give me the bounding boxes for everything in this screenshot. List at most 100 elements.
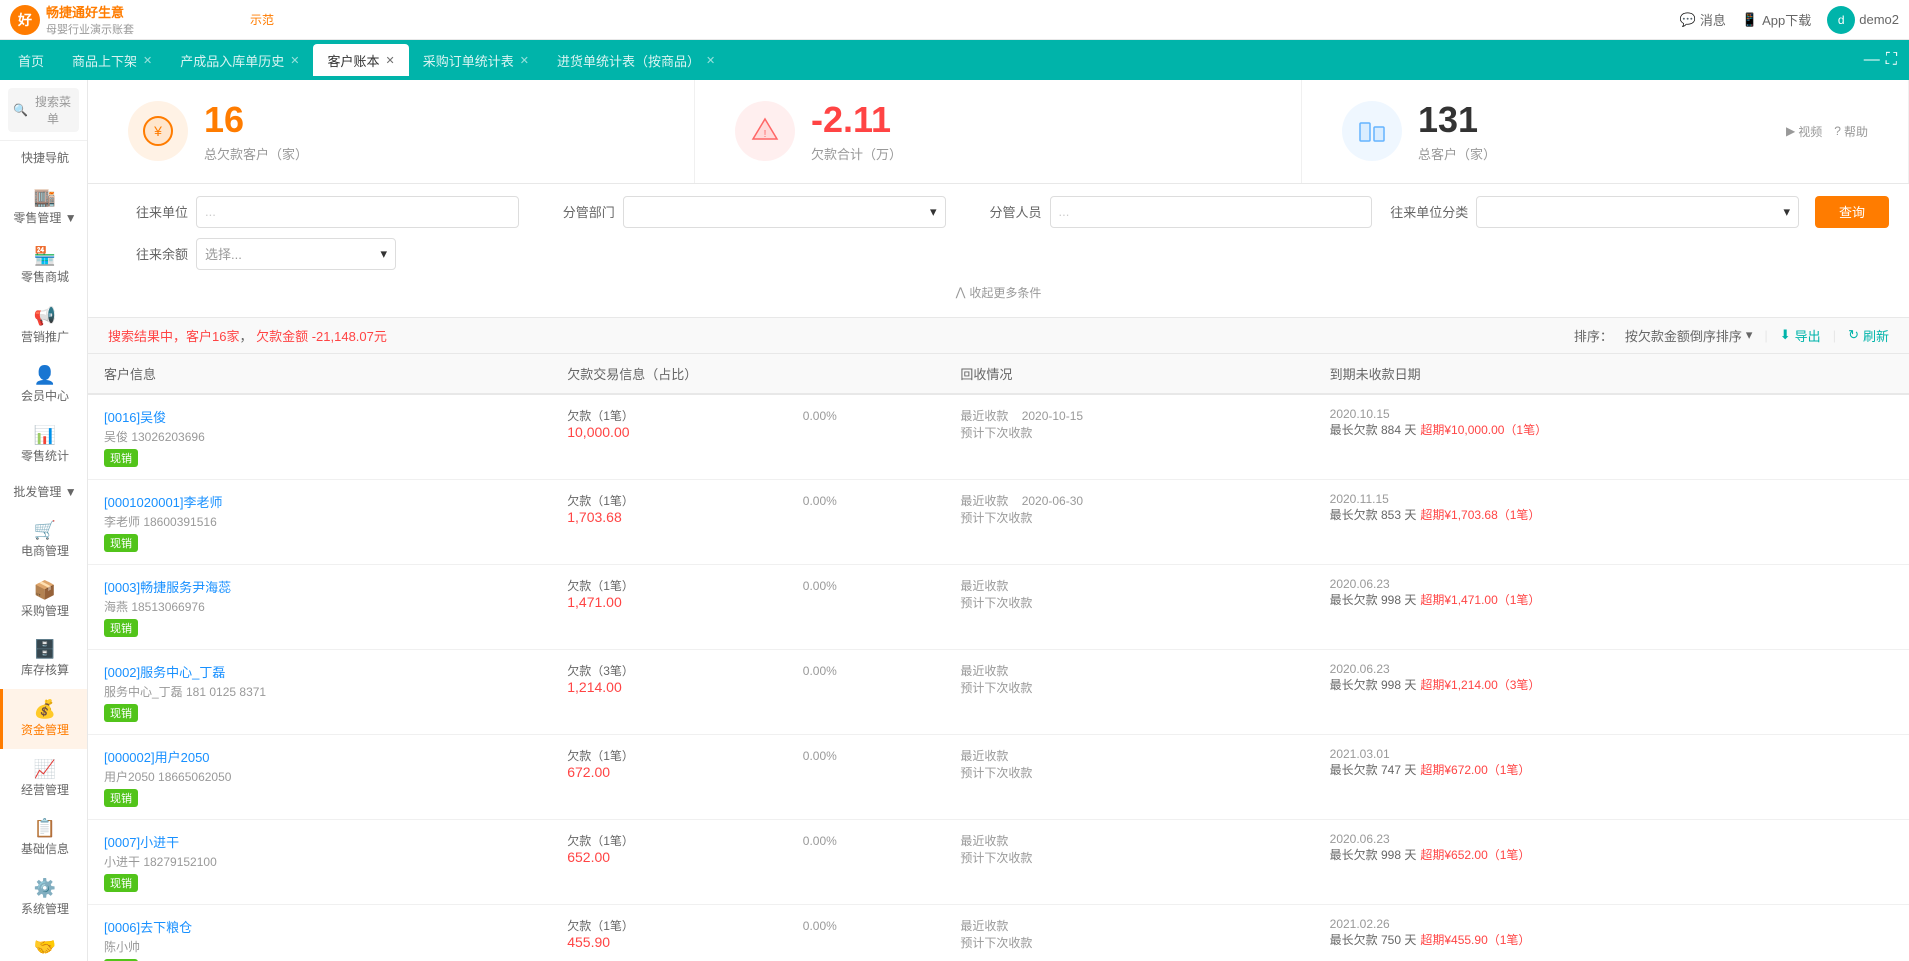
- overdue-amount[interactable]: 超期¥455.90（1笔）: [1420, 931, 1530, 948]
- sidebar-item-member[interactable]: 👤 会员中心: [0, 355, 87, 415]
- overdue-days: 最长欠款 853 天: [1330, 506, 1417, 523]
- sidebar-item-system[interactable]: ⚙️ 系统管理: [0, 868, 87, 928]
- debt-label: 欠款（1笔）: [567, 917, 771, 934]
- search-menu-btn[interactable]: 🔍 搜索菜单: [8, 88, 79, 132]
- table-row: [0003]畅捷服务尹海蕊 海燕 18513066976 现销 欠款（1笔） 1…: [88, 564, 1909, 649]
- dept-input[interactable]: ▾: [623, 196, 946, 228]
- maximize-icon[interactable]: ⛶: [1886, 51, 1897, 69]
- customer-name-link[interactable]: [0003]畅捷服务尹海蕊: [104, 580, 231, 595]
- customer-name-link[interactable]: [0006]去下粮仓: [104, 920, 192, 935]
- tab-inventory-stats[interactable]: 进货单统计表（按商品） ✕: [543, 44, 729, 76]
- sidebar-item-ops[interactable]: 📈 经营管理: [0, 749, 87, 809]
- overdue-days: 最长欠款 998 天: [1330, 676, 1417, 693]
- overdue-amount[interactable]: 超期¥672.00（1笔）: [1420, 761, 1530, 778]
- debt-info-cell: 欠款（1笔） 1,703.68: [551, 479, 787, 564]
- demo-label[interactable]: 示范: [250, 11, 274, 28]
- overdue-amount[interactable]: 超期¥1,703.68（1笔）: [1420, 506, 1540, 523]
- purchase-icon: 📦: [34, 580, 56, 601]
- marketing-icon: 📢: [34, 306, 56, 327]
- from-unit-placeholder: ...: [205, 204, 216, 219]
- filter-row-1: 往来单位 ... 分管部门 ▾ 分管人员: [108, 196, 1889, 228]
- manager-input[interactable]: ...: [1050, 196, 1373, 228]
- col-payment-status: 回收情况: [944, 354, 1313, 394]
- sidebar-item-marketing[interactable]: 📢 营销推广: [0, 296, 87, 356]
- close-icon[interactable]: ✕: [290, 54, 299, 67]
- balance-input[interactable]: 选择... ▾: [196, 238, 396, 270]
- overdue-amount[interactable]: 超期¥1,214.00（3笔）: [1420, 676, 1540, 693]
- video-btn[interactable]: ▶视频: [1786, 123, 1822, 140]
- next-payment: 预计下次收款: [960, 424, 1297, 441]
- overdue-amount[interactable]: 超期¥10,000.00（1笔）: [1420, 421, 1547, 438]
- sidebar-item-retail-mgmt[interactable]: 🏬 零售管理 ▼: [0, 177, 87, 237]
- from-unit-input[interactable]: ...: [196, 196, 519, 228]
- tab-purchase-order[interactable]: 采购订单统计表 ✕: [409, 44, 543, 76]
- summary-card-debt-total: ! -2.11 欠款合计（万）: [695, 80, 1302, 183]
- customer-info-cell: [0003]畅捷服务尹海蕊 海燕 18513066976 现销: [88, 564, 551, 649]
- tab-home[interactable]: 首页: [4, 44, 58, 76]
- next-payment: 预计下次收款: [960, 934, 1297, 951]
- sidebar-item-retail-store[interactable]: 🏪 零售商城: [0, 236, 87, 296]
- search-icon: 🔍: [13, 103, 28, 117]
- customer-name-link[interactable]: [000002]用户2050: [104, 750, 210, 765]
- divider: |: [1764, 328, 1767, 343]
- debt-percent: 0.00%: [803, 409, 929, 423]
- next-payment: 预计下次收款: [960, 509, 1297, 526]
- overdue-info: 最长欠款 853 天 超期¥1,703.68（1笔）: [1330, 506, 1893, 523]
- tab-product-shelf[interactable]: 商品上下架 ✕: [58, 44, 166, 76]
- debt-total-icon: !: [735, 101, 795, 161]
- app-download-btn[interactable]: 📱 App下载: [1742, 10, 1811, 29]
- overdue-info: 最长欠款 998 天 超期¥1,214.00（3笔）: [1330, 676, 1893, 693]
- minimize-icon[interactable]: —: [1864, 51, 1880, 69]
- user-avatar[interactable]: d demo2: [1827, 6, 1899, 34]
- sort-select[interactable]: 按欠款金额倒序排序 ▾: [1625, 326, 1753, 345]
- overdue-amount[interactable]: 超期¥652.00（1笔）: [1420, 846, 1530, 863]
- customer-name-link[interactable]: [0016]吴俊: [104, 410, 166, 425]
- debt-percent-cell: 0.00%: [787, 564, 945, 649]
- sidebar-item-retail-store-label: 零售商城: [21, 270, 69, 286]
- sidebar-item-inventory[interactable]: 🗄️ 库存核算: [0, 629, 87, 689]
- customer-name-link[interactable]: [0007]小进干: [104, 835, 179, 850]
- total-customers-label: 总客户（家）: [1418, 144, 1496, 163]
- sidebar-item-enterprise-coop[interactable]: 🤝 企业协同: [0, 927, 87, 961]
- due-date: 2021.02.26: [1330, 917, 1893, 931]
- close-icon[interactable]: ✕: [520, 54, 529, 67]
- message-btn[interactable]: 💬 消息: [1680, 10, 1726, 29]
- due-date-cell: 2020.11.15 最长欠款 853 天 超期¥1,703.68（1笔）: [1314, 479, 1909, 564]
- sidebar-item-basic-info[interactable]: 📋 基础信息: [0, 808, 87, 868]
- sidebar-item-purchase[interactable]: 📦 采购管理: [0, 570, 87, 630]
- due-date-cell: 2020.06.23 最长欠款 998 天 超期¥1,471.00（1笔）: [1314, 564, 1909, 649]
- debt-customers-value: 16: [204, 100, 308, 140]
- sidebar-item-batch-mgmt[interactable]: 批发管理 ▼: [0, 475, 87, 511]
- unit-category-input[interactable]: ▾: [1476, 196, 1799, 228]
- tab-product-history[interactable]: 产成品入库单历史 ✕: [166, 44, 313, 76]
- sidebar-item-finance[interactable]: 💰 资金管理: [0, 689, 87, 749]
- tab-product-shelf-label: 商品上下架: [72, 51, 137, 70]
- customer-name-link[interactable]: [0002]服务中心_丁磊: [104, 665, 225, 680]
- sidebar-search-area: 🔍 搜索菜单: [0, 80, 87, 141]
- sidebar-item-retail-stats[interactable]: 📊 零售统计: [0, 415, 87, 475]
- dept-filter: 分管部门 ▾: [535, 196, 946, 228]
- next-payment: 预计下次收款: [960, 594, 1297, 611]
- help-btn[interactable]: ?帮助: [1834, 123, 1868, 140]
- customer-name-link[interactable]: [0001020001]李老师: [104, 495, 223, 510]
- close-icon[interactable]: ✕: [143, 54, 152, 67]
- refresh-btn[interactable]: ↻ 刷新: [1848, 326, 1889, 345]
- overdue-amount[interactable]: 超期¥1,471.00（1笔）: [1420, 591, 1540, 608]
- customer-info-cell: [0002]服务中心_丁磊 服务中心_丁磊 181 0125 8371 现销: [88, 649, 551, 734]
- sidebar-item-quick-nav: 快捷导航: [0, 141, 87, 177]
- close-icon[interactable]: ✕: [386, 54, 395, 67]
- export-btn[interactable]: ⬇ 导出: [1780, 326, 1821, 345]
- tab-customer-account[interactable]: 客户账本 ✕: [313, 44, 408, 76]
- close-icon[interactable]: ✕: [706, 54, 715, 67]
- sort-label: 排序：: [1574, 326, 1613, 345]
- debt-label: 欠款（1笔）: [567, 577, 771, 594]
- sidebar-item-ecom-label: 电商管理: [21, 544, 69, 560]
- last-payment: 最近收款 2020-06-30: [960, 492, 1297, 509]
- export-icon: ⬇: [1780, 327, 1791, 343]
- customer-info-cell: [000002]用户2050 用户2050 18665062050 现销: [88, 734, 551, 819]
- search-btn[interactable]: 查询: [1815, 196, 1889, 228]
- debt-info-cell: 欠款（1笔） 455.90: [551, 904, 787, 961]
- collapse-btn[interactable]: ⋀ 收起更多条件: [956, 284, 1042, 301]
- sidebar-item-ecom[interactable]: 🛒 电商管理: [0, 510, 87, 570]
- refresh-icon: ↻: [1848, 327, 1859, 343]
